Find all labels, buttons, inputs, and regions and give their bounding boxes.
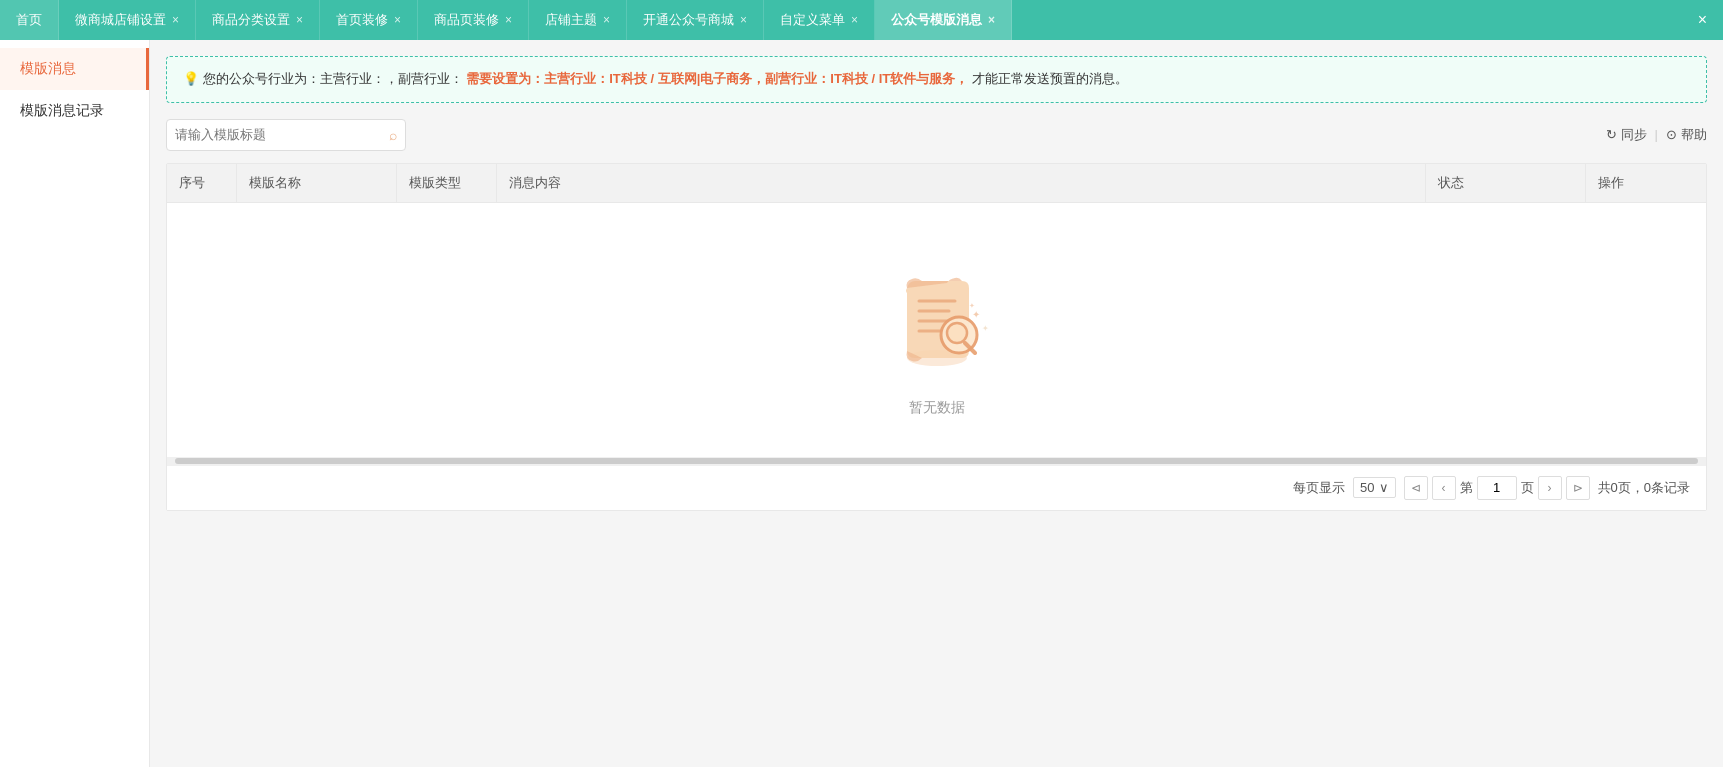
- tab-label-product-cat: 商品分类设置: [212, 11, 290, 29]
- empty-state: ✦ ✦ ✦ 暂无数据: [167, 203, 1706, 457]
- search-actions: ↻ 同步 | ⊙ 帮助: [1606, 126, 1707, 144]
- tab-open-wechat[interactable]: 开通公众号商城 ×: [627, 0, 764, 40]
- total-info: 共0页，0条记录: [1598, 479, 1690, 497]
- tab-shop-theme[interactable]: 店铺主题 ×: [529, 0, 627, 40]
- col-header-content: 消息内容: [497, 164, 1426, 202]
- search-icon[interactable]: ⌕: [389, 127, 397, 143]
- table-wrap: 序号模版名称模版类型消息内容状态操作: [166, 163, 1707, 511]
- tab-bar: 首页微商城店铺设置×商品分类设置×首页装修×商品页装修×店铺主题×开通公众号商城…: [0, 0, 1723, 40]
- tab-product-cat[interactable]: 商品分类设置 ×: [196, 0, 320, 40]
- tab-close-product-decor[interactable]: ×: [505, 13, 512, 27]
- col-header-template-type: 模版类型: [397, 164, 497, 202]
- svg-text:✦: ✦: [972, 309, 980, 320]
- tab-close-wsc-shop[interactable]: ×: [172, 13, 179, 27]
- tab-close-template-msg[interactable]: ×: [988, 13, 995, 27]
- tab-label-wsc-shop: 微商城店铺设置: [75, 11, 166, 29]
- tab-label-home: 首页: [16, 11, 42, 29]
- col-header-status: 状态: [1426, 164, 1586, 202]
- prev-page-button[interactable]: ‹: [1432, 476, 1456, 500]
- page-di-label: 第: [1460, 479, 1473, 497]
- empty-icon: ✦ ✦ ✦: [877, 263, 997, 383]
- tab-close-shop-theme[interactable]: ×: [603, 13, 610, 27]
- search-bar: ⌕ ↻ 同步 | ⊙ 帮助: [166, 119, 1707, 151]
- main-layout: 模版消息模版消息记录 💡 您的公众号行业为：主营行业：，副营行业： 需要设置为：…: [0, 40, 1723, 767]
- next-page-button[interactable]: ›: [1538, 476, 1562, 500]
- pagination: 每页显示 50 ∨ ⊲ ‹ 第 页 › ⊳ 共0页，0条记录: [167, 465, 1706, 510]
- tab-label-home-decor: 首页装修: [336, 11, 388, 29]
- col-header-seq: 序号: [167, 164, 237, 202]
- notice-highlight: 需要设置为：主营行业：IT科技 / 互联网|电子商务，副营行业：IT科技 / I…: [466, 71, 968, 86]
- notice-banner: 💡 您的公众号行业为：主营行业：，副营行业： 需要设置为：主营行业：IT科技 /…: [166, 56, 1707, 103]
- sync-icon: ↻: [1606, 127, 1617, 142]
- first-page-button[interactable]: ⊲: [1404, 476, 1428, 500]
- sidebar: 模版消息模版消息记录: [0, 40, 150, 767]
- tab-close-custom-menu[interactable]: ×: [851, 13, 858, 27]
- tab-label-shop-theme: 店铺主题: [545, 11, 597, 29]
- page-unit-label: 页: [1521, 479, 1534, 497]
- last-page-button[interactable]: ⊳: [1566, 476, 1590, 500]
- help-label: 帮助: [1681, 126, 1707, 144]
- help-button[interactable]: ⊙ 帮助: [1666, 126, 1707, 144]
- tab-label-template-msg: 公众号模版消息: [891, 11, 982, 29]
- sync-label: 同步: [1621, 126, 1647, 144]
- sync-button[interactable]: ↻ 同步: [1606, 126, 1647, 144]
- svg-text:✦: ✦: [969, 302, 975, 309]
- search-input-wrap[interactable]: ⌕: [166, 119, 406, 151]
- svg-point-6: [947, 323, 967, 343]
- sidebar-item-template-msg-record[interactable]: 模版消息记录: [0, 90, 149, 132]
- tab-close-open-wechat[interactable]: ×: [740, 13, 747, 27]
- empty-text: 暂无数据: [909, 399, 965, 417]
- tab-custom-menu[interactable]: 自定义菜单 ×: [764, 0, 875, 40]
- tab-close-product-cat[interactable]: ×: [296, 13, 303, 27]
- tab-home[interactable]: 首页: [0, 0, 59, 40]
- notice-icon: 💡: [183, 71, 203, 86]
- notice-prefix: 您的公众号行业为：主营行业：，副营行业：: [203, 71, 463, 86]
- tab-label-open-wechat: 开通公众号商城: [643, 11, 734, 29]
- col-header-action: 操作: [1586, 164, 1706, 202]
- search-input[interactable]: [175, 127, 389, 142]
- svg-text:✦: ✦: [982, 324, 989, 333]
- tab-wsc-shop[interactable]: 微商城店铺设置 ×: [59, 0, 196, 40]
- col-header-template-name: 模版名称: [237, 164, 397, 202]
- tab-label-product-decor: 商品页装修: [434, 11, 499, 29]
- content-area: 💡 您的公众号行业为：主营行业：，副营行业： 需要设置为：主营行业：IT科技 /…: [150, 40, 1723, 767]
- page-number-input[interactable]: [1477, 476, 1517, 500]
- help-circle-icon: ⊙: [1666, 127, 1677, 142]
- tab-template-msg[interactable]: 公众号模版消息 ×: [875, 0, 1012, 40]
- tab-close-home-decor[interactable]: ×: [394, 13, 401, 27]
- sidebar-item-template-msg[interactable]: 模版消息: [0, 48, 149, 90]
- notice-suffix: 才能正常发送预置的消息。: [972, 71, 1128, 86]
- page-size-select[interactable]: 50 ∨: [1353, 477, 1395, 498]
- tab-label-custom-menu: 自定义菜单: [780, 11, 845, 29]
- tab-product-decor[interactable]: 商品页装修 ×: [418, 0, 529, 40]
- tab-home-decor[interactable]: 首页装修 ×: [320, 0, 418, 40]
- scrollbar-thumb[interactable]: [175, 458, 1698, 464]
- page-size-value: 50: [1360, 480, 1374, 495]
- page-size-label: 每页显示: [1293, 479, 1345, 497]
- chevron-down-icon: ∨: [1379, 480, 1389, 495]
- tab-bar-close-button[interactable]: ×: [1682, 11, 1723, 29]
- page-nav: ⊲ ‹ 第 页 › ⊳: [1404, 476, 1590, 500]
- divider: |: [1655, 127, 1658, 142]
- table-header: 序号模版名称模版类型消息内容状态操作: [167, 164, 1706, 203]
- horizontal-scrollbar[interactable]: [167, 457, 1706, 465]
